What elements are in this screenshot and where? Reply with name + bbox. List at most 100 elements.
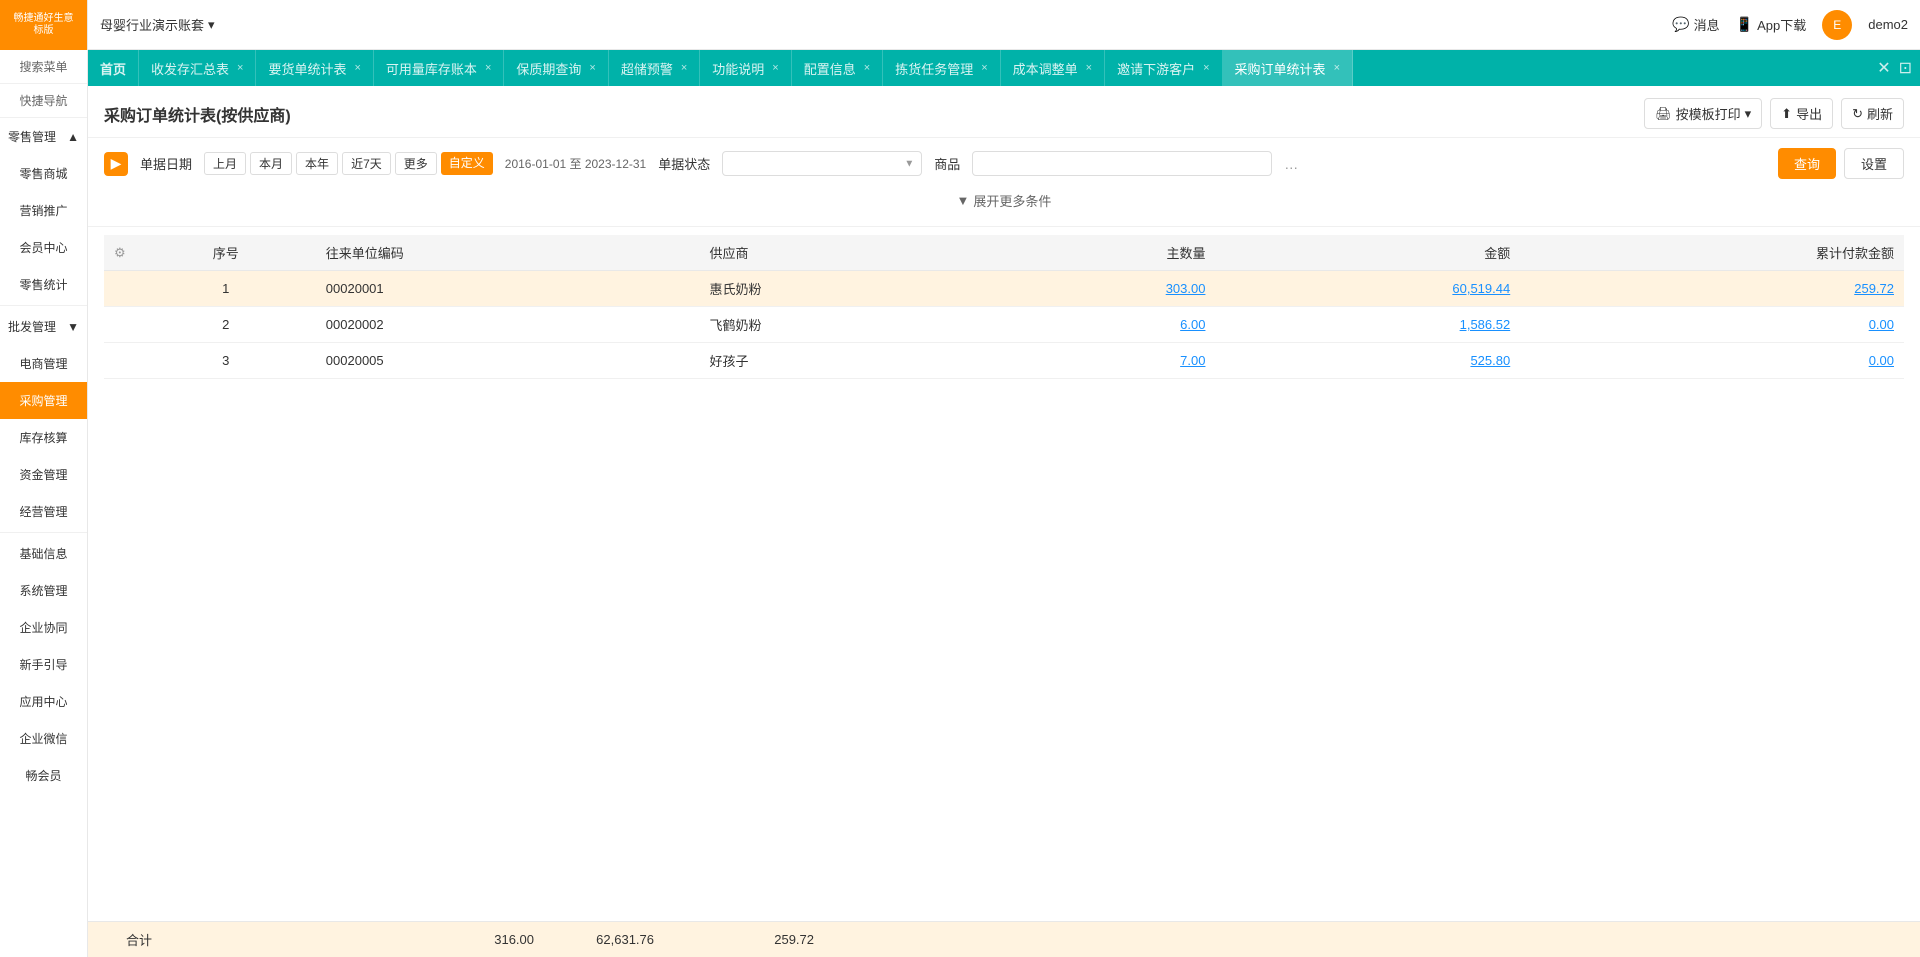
- sidebar-item-base-info[interactable]: 基础信息: [0, 535, 87, 572]
- avatar-initial: E: [1833, 18, 1841, 32]
- table-body: 1 00020001 惠氏奶粉 303.00 60,519.44 259.72 …: [104, 271, 1904, 379]
- table-footer: 合计 316.00 62,631.76 259.72: [88, 921, 1920, 957]
- status-select[interactable]: [722, 151, 922, 176]
- tab-func-desc[interactable]: 功能说明 ×: [700, 50, 791, 86]
- tab-purchase-stat[interactable]: 采购订单统计表 ×: [1223, 50, 1353, 86]
- sidebar-item-purchase[interactable]: 采购管理: [0, 382, 87, 419]
- row-paid[interactable]: 259.72: [1520, 271, 1904, 307]
- row-qty[interactable]: 6.00: [981, 307, 1215, 343]
- goods-filter-input[interactable]: [972, 151, 1272, 176]
- chevron-down-icon: ▾: [1745, 106, 1752, 122]
- date-filter-label: 单据日期: [140, 154, 192, 173]
- refresh-icon: ↻: [1852, 106, 1863, 122]
- th-amount: 金额: [1215, 235, 1520, 271]
- row-amount[interactable]: 1,586.52: [1215, 307, 1520, 343]
- tab-cost-adj-close[interactable]: ×: [1086, 62, 1092, 74]
- row-amount[interactable]: 525.80: [1215, 343, 1520, 379]
- goods-more-icon[interactable]: …: [1284, 156, 1298, 172]
- tab-home-label: 首页: [100, 59, 126, 78]
- tab-order-stat-close[interactable]: ×: [354, 62, 360, 74]
- close-tab-icon[interactable]: ✕: [1877, 58, 1890, 78]
- date-7days-button[interactable]: 近7天: [342, 152, 391, 175]
- tab-pick-task[interactable]: 拣货任务管理 ×: [883, 50, 1000, 86]
- data-table: ⚙ 序号 往来单位编码 供应商 主数量 金额 累计付款金额 1 00020001…: [104, 235, 1904, 379]
- tab-inventory[interactable]: 可用量库存账本 ×: [374, 50, 504, 86]
- tab-purchase-stat-close[interactable]: ×: [1334, 62, 1340, 74]
- table-row[interactable]: 2 00020002 飞鹤奶粉 6.00 1,586.52 0.00: [104, 307, 1904, 343]
- row-qty[interactable]: 7.00: [981, 343, 1215, 379]
- export-icon: ⬆: [1781, 106, 1792, 122]
- sidebar-item-quick-nav[interactable]: 快捷导航: [0, 84, 87, 118]
- filter-toggle-button[interactable]: ▶: [104, 152, 128, 176]
- row-qty[interactable]: 303.00: [981, 271, 1215, 307]
- sidebar-item-finance[interactable]: 资金管理: [0, 456, 87, 493]
- tab-config-close[interactable]: ×: [864, 62, 870, 74]
- sidebar-item-vip[interactable]: 畅会员: [0, 757, 87, 794]
- print-icon: 🖨: [1655, 106, 1672, 122]
- sidebar-item-stock[interactable]: 库存核算: [0, 419, 87, 456]
- tab-func-desc-close[interactable]: ×: [772, 62, 778, 74]
- tab-overstock[interactable]: 超储预警 ×: [609, 50, 700, 86]
- refresh-button[interactable]: ↻ 刷新: [1841, 98, 1904, 129]
- th-qty: 主数量: [981, 235, 1215, 271]
- export-button[interactable]: ⬆ 导出: [1770, 98, 1833, 129]
- app-download-button[interactable]: App下载: [1736, 15, 1807, 34]
- column-settings-icon[interactable]: ⚙: [114, 245, 126, 260]
- tab-invite-close[interactable]: ×: [1203, 62, 1209, 74]
- row-paid[interactable]: 0.00: [1520, 307, 1904, 343]
- sidebar-item-ecommerce[interactable]: 电商管理: [0, 345, 87, 382]
- tab-warranty-close[interactable]: ×: [589, 62, 595, 74]
- tab-receive-pay-close[interactable]: ×: [237, 62, 243, 74]
- date-cur-year-button[interactable]: 本年: [296, 152, 338, 175]
- sidebar-item-enterprise[interactable]: 企业协同: [0, 609, 87, 646]
- footer-label: 合计: [114, 930, 474, 949]
- table-row[interactable]: 1 00020001 惠氏奶粉 303.00 60,519.44 259.72: [104, 271, 1904, 307]
- settings-button[interactable]: 设置: [1844, 148, 1904, 179]
- app-logo: 畅捷通好生意 标版: [0, 0, 87, 50]
- sidebar-item-wholesale[interactable]: 批发管理 ▼: [0, 308, 87, 345]
- sidebar-item-member[interactable]: 会员中心: [0, 229, 87, 266]
- sidebar-item-sys-mgmt[interactable]: 系统管理: [0, 572, 87, 609]
- account-dropdown[interactable]: 母婴行业演示账套 ▾: [100, 15, 215, 34]
- tab-order-stat[interactable]: 要货单统计表 ×: [256, 50, 373, 86]
- sidebar-item-retail-mall[interactable]: 零售商城: [0, 155, 87, 192]
- page-header: 采购订单统计表(按供应商) 🖨 按模板打印 ▾ ⬆ 导出 ↻ 刷新: [88, 86, 1920, 138]
- expand-more-button[interactable]: ▼ 展开更多条件: [104, 185, 1904, 216]
- tab-inventory-label: 可用量库存账本: [386, 59, 477, 78]
- tab-receive-pay[interactable]: 收发存汇总表 ×: [139, 50, 256, 86]
- date-more-button[interactable]: 更多: [395, 152, 437, 175]
- sidebar-item-enterprise-wx[interactable]: 企业微信: [0, 720, 87, 757]
- sidebar-divider-1: [0, 305, 87, 306]
- sidebar-item-new-guide[interactable]: 新手引导: [0, 646, 87, 683]
- tab-pick-task-close[interactable]: ×: [981, 62, 987, 74]
- tab-home[interactable]: 首页: [88, 50, 139, 86]
- query-button[interactable]: 查询: [1778, 148, 1836, 179]
- row-amount[interactable]: 60,519.44: [1215, 271, 1520, 307]
- date-quick-buttons: 上月 本月 本年 近7天 更多 自定义: [204, 152, 493, 175]
- sidebar-item-retail-stat[interactable]: 零售统计: [0, 266, 87, 303]
- tab-config[interactable]: 配置信息 ×: [792, 50, 883, 86]
- maximize-icon[interactable]: ⊡: [1899, 58, 1912, 78]
- sidebar-item-app-center[interactable]: 应用中心: [0, 683, 87, 720]
- sidebar-item-retail-mgmt[interactable]: 零售管理 ▲: [0, 118, 87, 155]
- sidebar-item-ops[interactable]: 经营管理: [0, 493, 87, 530]
- table-row[interactable]: 3 00020005 好孩子 7.00 525.80 0.00: [104, 343, 1904, 379]
- status-filter-label: 单据状态: [658, 154, 710, 173]
- sidebar-item-search[interactable]: 搜索菜单: [0, 50, 87, 84]
- date-prev-month-button[interactable]: 上月: [204, 152, 246, 175]
- tab-invite[interactable]: 邀请下游客户 ×: [1105, 50, 1222, 86]
- account-name: 母婴行业演示账套: [100, 15, 204, 34]
- tab-cost-adj[interactable]: 成本调整单 ×: [1001, 50, 1105, 86]
- row-settings: [104, 343, 136, 379]
- tab-warranty[interactable]: 保质期查询 ×: [504, 50, 608, 86]
- tab-inventory-close[interactable]: ×: [485, 62, 491, 74]
- date-custom-badge: 自定义: [441, 152, 493, 175]
- date-cur-month-button[interactable]: 本月: [250, 152, 292, 175]
- message-button[interactable]: 消息: [1672, 15, 1719, 34]
- tab-overstock-close[interactable]: ×: [681, 62, 687, 74]
- row-settings: [104, 307, 136, 343]
- row-paid[interactable]: 0.00: [1520, 343, 1904, 379]
- template-print-button[interactable]: 🖨 按模板打印 ▾: [1644, 98, 1762, 129]
- sidebar-item-marketing[interactable]: 营销推广: [0, 192, 87, 229]
- app-label: App下载: [1757, 15, 1806, 34]
